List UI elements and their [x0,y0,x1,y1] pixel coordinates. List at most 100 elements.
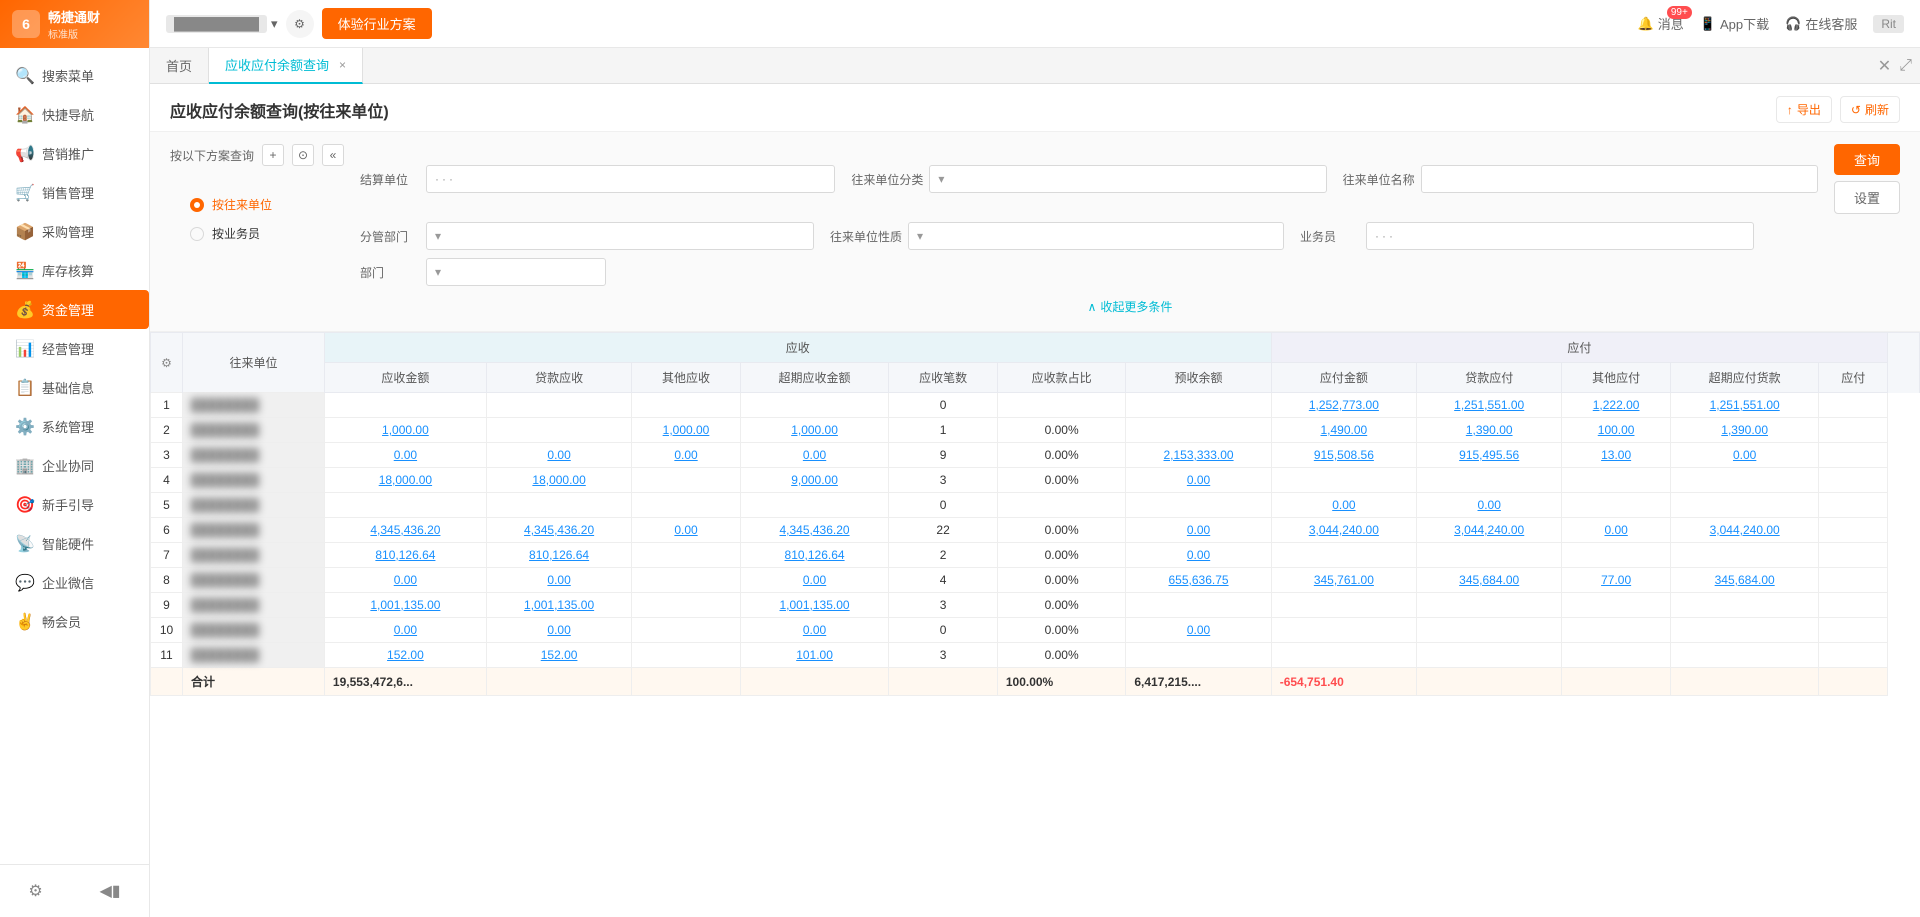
company-selector[interactable]: ██████████ ▾ [166,15,278,33]
table-cell[interactable]: 3,044,240.00 [1271,518,1416,543]
gear-button[interactable]: ⚙ [286,10,314,38]
table-cell[interactable]: 2,153,333.00 [1126,443,1271,468]
table-cell[interactable]: 0.00 [740,618,889,643]
table-cell[interactable]: 0.00 [486,443,631,468]
tab-home[interactable]: 首页 [150,48,209,84]
online-service-btn[interactable]: 🎧 在线客服 [1785,14,1857,33]
table-cell[interactable]: 915,508.56 [1271,443,1416,468]
sidebar-item-operations[interactable]: 📊 经营管理 [0,329,149,368]
table-cell[interactable]: 0.00 [486,618,631,643]
settings-button[interactable]: 设置 [1834,181,1900,214]
table-cell[interactable]: 1,000.00 [632,418,741,443]
sidebar-item-marketing[interactable]: 📢 营销推广 [0,134,149,173]
table-cell[interactable]: 0.00 [1271,493,1416,518]
table-cell[interactable]: 13.00 [1562,443,1671,468]
query-button[interactable]: 查询 [1834,144,1900,175]
table-cell[interactable]: 1,001,135.00 [324,593,486,618]
tab-arquery[interactable]: 应收应付余额查询 × [209,48,363,84]
table-cell[interactable]: 0.00 [1126,543,1271,568]
collapse-button[interactable]: ∧ 收起更多条件 [1080,294,1181,319]
solution-button[interactable]: 体验行业方案 [322,8,432,39]
table-cell[interactable]: 77.00 [1562,568,1671,593]
table-cell[interactable]: 1,000.00 [324,418,486,443]
table-cell[interactable]: 345,761.00 [1271,568,1416,593]
unit-category-input[interactable]: ▾ [929,165,1326,193]
table-cell[interactable]: 1,001,135.00 [740,593,889,618]
table-cell[interactable]: 655,636.75 [1126,568,1271,593]
col-settings[interactable]: ⚙ [151,333,183,393]
table-cell[interactable]: 9,000.00 [740,468,889,493]
export-button[interactable]: ↑ 导出 [1776,96,1832,123]
table-cell[interactable]: 810,126.64 [740,543,889,568]
table-cell[interactable]: 1,390.00 [1670,418,1819,443]
settings-filter-btn[interactable]: ⊙ [292,144,314,166]
table-cell[interactable]: 4,345,436.20 [740,518,889,543]
sidebar-item-finance[interactable]: 💰 资金管理 [0,290,149,329]
table-cell[interactable]: 0.00 [324,568,486,593]
collapse-filter-btn[interactable]: « [322,144,344,166]
table-cell[interactable]: 1,490.00 [1271,418,1416,443]
unit-name-input[interactable] [1421,165,1818,193]
table-cell[interactable]: 0.00 [1126,468,1271,493]
tab-close-icon[interactable]: × [339,58,346,72]
sidebar-item-vip[interactable]: ✌️ 畅会员 [0,602,149,641]
table-cell[interactable]: 1,252,773.00 [1271,393,1416,418]
table-cell[interactable]: 3,044,240.00 [1670,518,1819,543]
unit-nature-input[interactable]: ▾ [908,222,1284,250]
sidebar-item-sales[interactable]: 🛒 销售管理 [0,173,149,212]
sidebar-item-wechat[interactable]: 💬 企业微信 [0,563,149,602]
table-cell[interactable]: 0.00 [632,443,741,468]
table-cell[interactable]: 810,126.64 [324,543,486,568]
table-cell[interactable]: 0.00 [1670,443,1819,468]
table-cell[interactable]: 810,126.64 [486,543,631,568]
table-cell[interactable]: 0.00 [632,518,741,543]
sidebar-item-system[interactable]: ⚙️ 系统管理 [0,407,149,446]
sidebar-item-enterprise[interactable]: 🏢 企业协同 [0,446,149,485]
notification-btn[interactable]: 🔔 消息 99+ [1638,14,1684,33]
dept-input[interactable]: ▾ [426,258,606,286]
table-cell[interactable]: 915,495.56 [1417,443,1562,468]
table-cell[interactable]: 0.00 [324,618,486,643]
table-cell[interactable]: 0.00 [1126,618,1271,643]
table-cell[interactable]: 0.00 [324,443,486,468]
refresh-button[interactable]: ↺ 刷新 [1840,96,1900,123]
sidebar-item-newguide[interactable]: 🎯 新手引导 [0,485,149,524]
table-cell[interactable]: 0.00 [740,443,889,468]
table-cell[interactable]: 4,345,436.20 [486,518,631,543]
table-cell[interactable]: 345,684.00 [1417,568,1562,593]
sidebar-item-search[interactable]: 🔍 搜索菜单 [0,56,149,95]
table-cell[interactable]: 1,390.00 [1417,418,1562,443]
table-cell[interactable]: 0.00 [1417,493,1562,518]
table-cell[interactable]: 1,251,551.00 [1417,393,1562,418]
app-download-btn[interactable]: 📱 App下载 [1700,14,1769,33]
table-cell[interactable]: 1,000.00 [740,418,889,443]
table-cell[interactable]: 1,222.00 [1562,393,1671,418]
close-window-icon[interactable]: ✕ [1878,56,1891,76]
table-cell[interactable]: 3,044,240.00 [1417,518,1562,543]
user-avatar[interactable]: Rit [1873,15,1904,33]
table-cell[interactable]: 18,000.00 [486,468,631,493]
table-cell[interactable]: 18,000.00 [324,468,486,493]
sidebar-settings-btn[interactable]: ⚙ [20,873,50,909]
table-cell[interactable]: 0.00 [1126,518,1271,543]
branch-dept-input[interactable]: ▾ [426,222,814,250]
sidebar-item-inventory[interactable]: 🏪 库存核算 [0,251,149,290]
sidebar-collapse-btn[interactable]: ◀▮ [91,873,128,909]
group-by-unit[interactable]: 按往来单位 [178,190,344,219]
table-cell[interactable]: 1,001,135.00 [486,593,631,618]
sidebar-item-purchase[interactable]: 📦 采购管理 [0,212,149,251]
table-cell[interactable]: 152.00 [486,643,631,668]
table-cell[interactable]: 0.00 [486,568,631,593]
sidebar-item-hardware[interactable]: 📡 智能硬件 [0,524,149,563]
table-cell[interactable]: 101.00 [740,643,889,668]
settlement-unit-input[interactable]: ··· [426,165,835,193]
table-cell[interactable]: 100.00 [1562,418,1671,443]
sidebar-item-quicknav[interactable]: 🏠 快捷导航 [0,95,149,134]
table-cell[interactable]: 4,345,436.20 [324,518,486,543]
salesperson-input[interactable]: ··· [1366,222,1754,250]
table-cell[interactable]: 152.00 [324,643,486,668]
table-cell[interactable]: 0.00 [1562,518,1671,543]
sidebar-item-basic[interactable]: 📋 基础信息 [0,368,149,407]
group-by-staff[interactable]: 按业务员 [178,219,344,248]
table-cell[interactable]: 0.00 [740,568,889,593]
